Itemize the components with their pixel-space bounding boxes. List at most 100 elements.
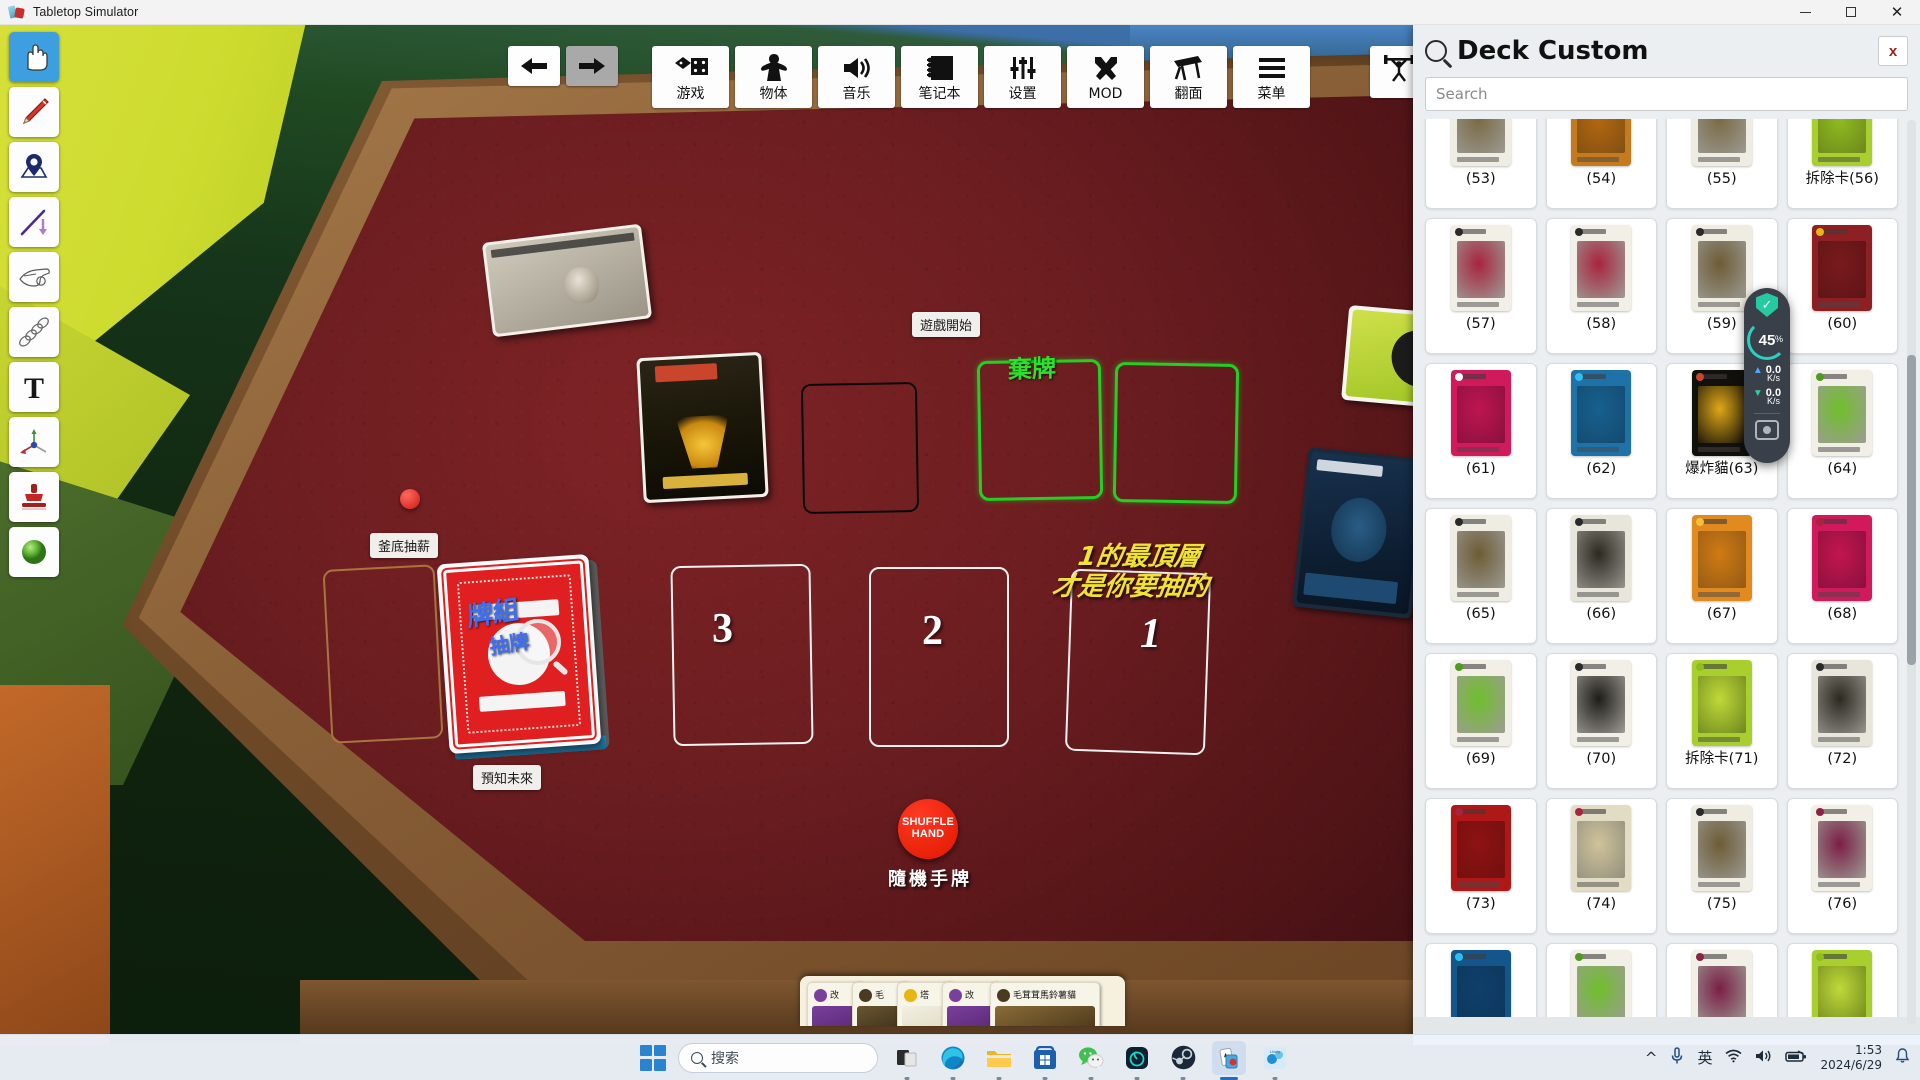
see-future-tag[interactable]: 預知未來 [473, 765, 542, 790]
deck-card-cell[interactable]: 拆除卡(56) [1786, 119, 1898, 209]
microphone-icon[interactable] [1670, 1046, 1684, 1069]
camera-icon[interactable] [1755, 420, 1779, 440]
wifi-icon[interactable] [1725, 1049, 1742, 1067]
deck-card-cell[interactable]: (65) [1425, 508, 1537, 644]
toolbar-item-objects[interactable]: 物体 [735, 46, 812, 108]
deck-card-cell[interactable]: (57) [1425, 218, 1537, 354]
shuffle-hand-button[interactable]: SHUFFLE HAND [898, 799, 958, 859]
taskbar-app-lively-wallpaper[interactable]: Lively [1258, 1041, 1292, 1080]
deck-grid-scroll-area[interactable]: (53) (54) (55) 拆除卡(56) (57) (58) (59) (60) (61) (… [1413, 119, 1920, 1017]
steal-bottom-tag[interactable]: 釜底抽薪 [370, 533, 439, 558]
battery-icon[interactable] [1785, 1049, 1807, 1067]
taskbar-clock[interactable]: 1:53 2024/6/29 [1820, 1043, 1882, 1073]
deck-card-cell[interactable]: (67) [1666, 508, 1778, 644]
deck-card-cell[interactable]: (78) [1545, 943, 1657, 1017]
deck-card-cell[interactable]: 拆除卡(80) [1786, 943, 1898, 1017]
taskbar-app-edge[interactable] [936, 1041, 970, 1080]
search-field[interactable] [1425, 77, 1908, 111]
deck-card-cell[interactable]: (53) [1425, 119, 1537, 209]
bell-icon[interactable] [1895, 1047, 1910, 1068]
game-start-tag[interactable]: 遊戲開始 [912, 312, 981, 337]
taskbar-app-microsoft-store[interactable] [1028, 1041, 1062, 1080]
waypoint-tool[interactable] [9, 142, 59, 192]
system-tray[interactable]: ^ 英 1:53 2024/6/29 [1645, 1043, 1910, 1073]
taskbar-app-netease-music[interactable] [1120, 1041, 1154, 1080]
maximize-button[interactable] [1828, 0, 1874, 25]
deck-custom-panel[interactable]: Deck Custom x (53) (54) (55) 拆除卡(56) (57) (58… [1413, 25, 1920, 1045]
deck-card-cell[interactable]: (72) [1786, 653, 1898, 789]
deck-card-cell[interactable]: (73) [1425, 798, 1537, 934]
deck-card-cell[interactable]: (66) [1545, 508, 1657, 644]
panel-scrollbar-thumb[interactable] [1907, 355, 1916, 665]
pointer-tool[interactable] [9, 32, 59, 82]
taskbar-app-file-explorer[interactable] [982, 1041, 1016, 1080]
gizmo-tool[interactable] [9, 417, 59, 467]
toolbar-item-notebook[interactable]: 笔记本 [901, 46, 978, 108]
draw-tool[interactable] [9, 87, 59, 137]
table-card-faceup[interactable] [481, 223, 653, 338]
table-card-exploding-kitten[interactable] [636, 351, 769, 504]
side-card-blue[interactable] [1291, 447, 1413, 619]
start-button[interactable] [640, 1044, 666, 1071]
red-marker-dot[interactable] [400, 489, 420, 509]
toolbar-item-settings[interactable]: 设置 [984, 46, 1061, 108]
flick-tool[interactable] [9, 252, 59, 302]
text-tool[interactable]: T [9, 362, 59, 412]
close-button[interactable]: ✕ [1874, 0, 1920, 25]
zone-discard-right[interactable] [1112, 361, 1240, 505]
card-artwork [1697, 676, 1746, 733]
taskbar-app-tabletop-simulator[interactable] [1212, 1040, 1246, 1080]
zone-brown-outline[interactable] [322, 564, 444, 744]
chevron-up-icon[interactable]: ^ [1645, 1049, 1658, 1067]
hidden-zone-tool[interactable] [9, 527, 59, 577]
back-button[interactable] [508, 46, 560, 86]
taskbar-center-group[interactable]: 搜索 Lively [640, 1040, 1292, 1080]
deck-card-cell[interactable]: 拆除卡(71) [1666, 653, 1778, 789]
toolbar-item-games[interactable]: 游戏 [652, 46, 729, 108]
taskbar-search-box[interactable]: 搜索 [678, 1042, 878, 1073]
toolbar-item-flip[interactable]: 翻面 [1150, 46, 1227, 108]
taskbar-app-wechat[interactable] [1074, 1041, 1108, 1080]
network-speed-widget[interactable]: ✓ 45 % ▲ 0.0 K/s ▼ 0.0 K/s [1744, 288, 1790, 463]
deck-card-cell[interactable]: (79) [1666, 943, 1778, 1017]
toolbar-item-music[interactable]: 音乐 [818, 46, 895, 108]
side-card-green[interactable] [1341, 304, 1413, 411]
volume-icon[interactable] [1755, 1049, 1772, 1067]
deck-card-cell[interactable]: (69) [1425, 653, 1537, 789]
tool-palette[interactable]: T [9, 32, 61, 577]
deck-card-cell[interactable]: (64) [1786, 363, 1898, 499]
deck-card-cell[interactable]: (54) [1545, 119, 1657, 209]
toolbar-item-mod[interactable]: MOD [1067, 46, 1144, 108]
deck-card-cell[interactable]: (75) [1666, 798, 1778, 934]
player-hand-zone[interactable]: 改 毛 塔 改 毛茸茸馬鈴薯貓 [800, 976, 1125, 1026]
toolbar-item-menu[interactable]: 菜单 [1233, 46, 1310, 108]
ime-indicator[interactable]: 英 [1697, 1047, 1712, 1068]
taskbar-app-steam[interactable] [1166, 1041, 1200, 1080]
deck-card-cell[interactable]: (55) [1666, 119, 1778, 209]
deck-card-cell[interactable]: (68) [1786, 508, 1898, 644]
deck-card-cell[interactable]: (61) [1425, 363, 1537, 499]
deck-card-cell[interactable]: (70) [1545, 653, 1657, 789]
game-viewport[interactable]: 3 2 1 遊戲開始 釜底抽薪 預知未來 棄牌 牌組 抽牌 1的最頂層 才是你要… [0, 25, 1413, 1045]
zone-black-outline[interactable] [800, 381, 920, 515]
close-panel-button[interactable]: x [1878, 36, 1908, 66]
deck-card-cell[interactable]: (62) [1545, 363, 1657, 499]
zone-number-2[interactable] [869, 567, 1009, 747]
search-input[interactable] [1436, 85, 1897, 103]
zone-number-3[interactable] [670, 563, 814, 747]
download-unit: K/s [1766, 396, 1780, 406]
joint-tool[interactable] [9, 307, 59, 357]
forward-button[interactable] [566, 46, 618, 86]
deck-card-cell[interactable]: (76) [1786, 798, 1898, 934]
game-toolbar[interactable]: 游戏 物体 音乐 笔记本 设置 MOD 翻面 菜单 [508, 46, 1490, 108]
deck-card-cell[interactable]: (74) [1545, 798, 1657, 934]
deck-card-cell[interactable]: (58) [1545, 218, 1657, 354]
windows-taskbar[interactable]: 搜索 Lively ^ 英 1:53 2024/6/29 [0, 1034, 1920, 1080]
deck-card-cell[interactable]: (60) [1786, 218, 1898, 354]
taskbar-app-task-view[interactable] [890, 1041, 924, 1080]
deck-card-cell[interactable]: (77) [1425, 943, 1537, 1017]
stamp-tool[interactable] [9, 472, 59, 522]
line-tool[interactable] [9, 197, 59, 247]
hand-card-selected[interactable]: 毛茸茸馬鈴薯貓 [990, 982, 1100, 1026]
minimize-button[interactable] [1782, 0, 1828, 25]
